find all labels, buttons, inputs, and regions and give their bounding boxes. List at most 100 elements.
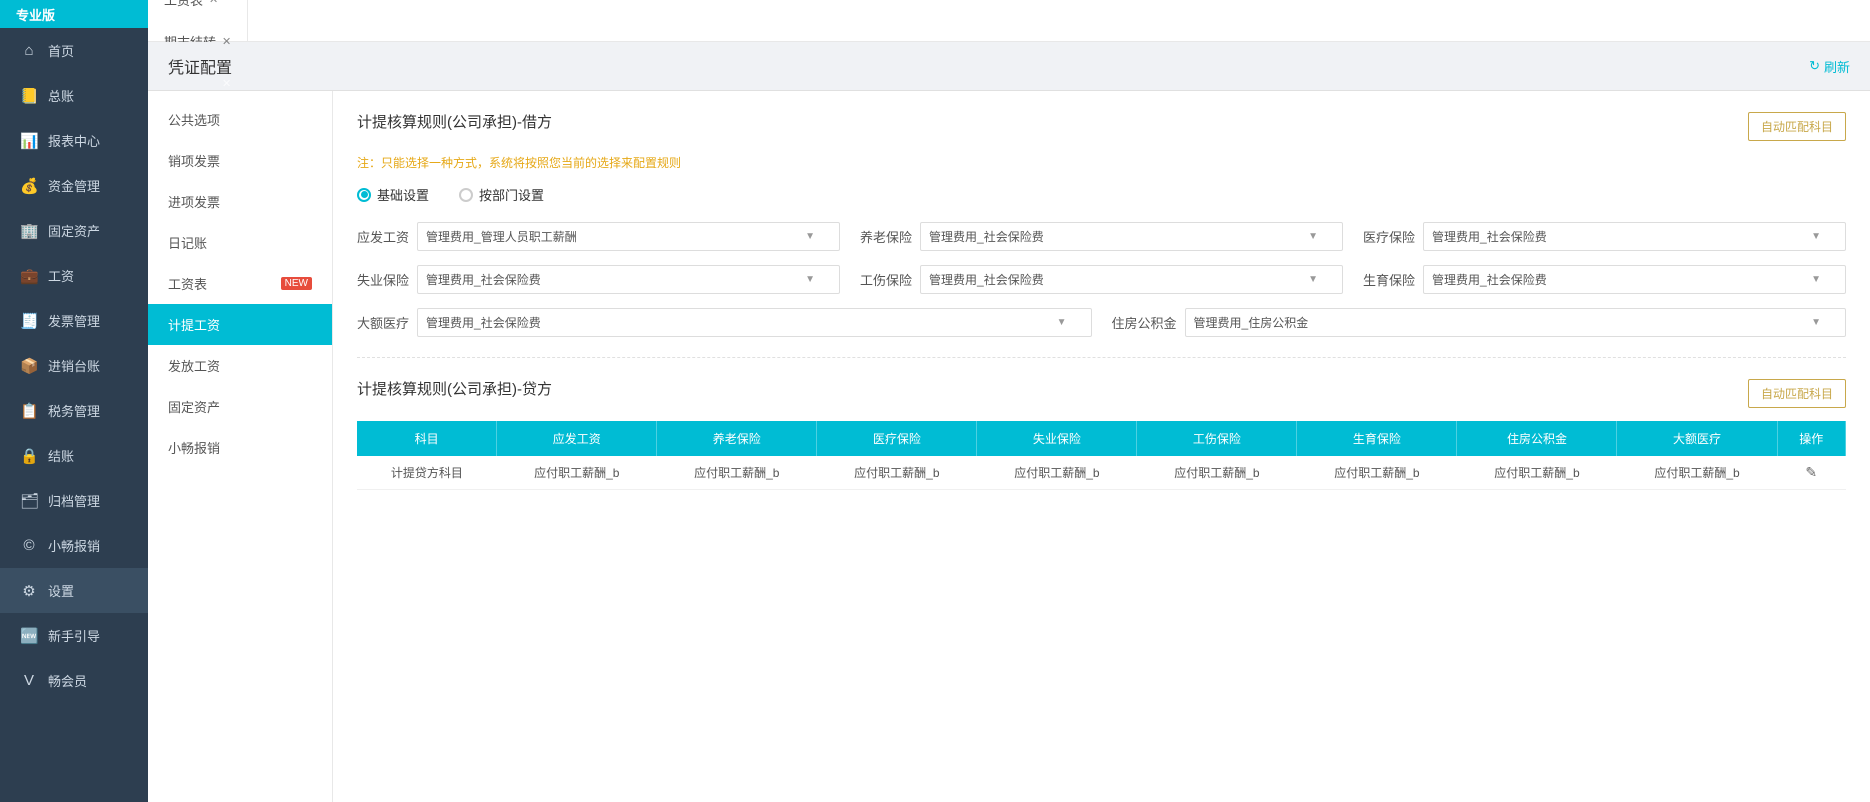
field-select-0-2[interactable]: 管理费用_社会保险费 ▼ <box>1423 222 1846 251</box>
credit-auto-match-button[interactable]: 自动匹配科目 <box>1748 379 1846 408</box>
sidebar-label-settings: 设置 <box>48 581 74 600</box>
credit-col-2: 养老保险 <box>657 421 817 456</box>
credit-action-0[interactable]: ✎ <box>1777 456 1845 490</box>
field-label-1-0: 失业保险 <box>357 270 409 289</box>
left-nav-label-public_options: 公共选项 <box>168 110 220 129</box>
page-title: 凭证配置 <box>168 54 232 78</box>
sidebar-item-invoice_mgmt[interactable]: 🧾 发票管理 <box>0 298 148 343</box>
credit-cell-0-2: 应付职工薪酬_b <box>817 456 977 490</box>
left-nav-label-journal: 日记账 <box>168 233 207 252</box>
sidebar-label-invoice_mgmt: 发票管理 <box>48 311 100 330</box>
sidebar-item-wages[interactable]: 💼 工资 <box>0 253 148 298</box>
topbar: 首页工资表✕期末结转✕凭证配置✕ <box>148 0 1870 42</box>
field-select-0-1[interactable]: 管理费用_社会保险费 ▼ <box>920 222 1343 251</box>
debit-form-row-1: 失业保险 管理费用_社会保险费 ▼ 工伤保险 管理费用_社会保险费 ▼ 生育保险… <box>357 265 1846 294</box>
sidebar-item-purchase_sales[interactable]: 📦 进销台账 <box>0 343 148 388</box>
sidebar-label-beginner_guide: 新手引导 <box>48 626 100 645</box>
sidebar-item-reports[interactable]: 📊 报表中心 <box>0 118 148 163</box>
sidebar-item-closing[interactable]: 🔒 结账 <box>0 433 148 478</box>
credit-table: 科目应发工资养老保险医疗保险失业保险工伤保险生育保险住房公积金大额医疗操作 计提… <box>357 421 1846 490</box>
credit-cell-0-4: 应付职工薪酬_b <box>1137 456 1297 490</box>
refresh-icon: ↻ <box>1809 58 1820 74</box>
field-select-0-0[interactable]: 管理费用_管理人员职工薪酬 ▼ <box>417 222 840 251</box>
tab-close-period_close[interactable]: ✕ <box>222 35 231 48</box>
credit-col-9: 操作 <box>1777 421 1845 456</box>
credit-cell-0-0: 应付职工薪酬_b <box>497 456 657 490</box>
left-nav-fixed_assets[interactable]: 固定资产 <box>148 386 332 427</box>
debit-auto-match-button[interactable]: 自动匹配科目 <box>1748 112 1846 141</box>
field-value-1-0: 管理费用_社会保险费 <box>426 271 541 288</box>
credit-col-7: 住房公积金 <box>1457 421 1617 456</box>
sidebar-item-home[interactable]: ⌂ 首页 <box>0 28 148 73</box>
sidebar-label-home: 首页 <box>48 41 74 60</box>
refresh-button[interactable]: ↻ 刷新 <box>1809 57 1850 76</box>
main-area: 首页工资表✕期末结转✕凭证配置✕ 凭证配置 ↻ 刷新 公共选项销项发票进项发票日… <box>148 0 1870 802</box>
credit-cell-0-3: 应付职工薪酬_b <box>977 456 1137 490</box>
debit-section: 计提核算规则(公司承担)-借方 自动匹配科目 注：只能选择一种方式，系统将按照您… <box>357 111 1846 337</box>
sidebar-item-settings[interactable]: ⚙ 设置 <box>0 568 148 613</box>
field-label-2-1: 住房公积金 <box>1112 313 1177 332</box>
sidebar-icon-home: ⌂ <box>20 42 38 59</box>
left-nav: 公共选项销项发票进项发票日记账工资表NEW 计提工资发放工资固定资产小畅报销 <box>148 91 333 802</box>
sidebar-icon-general_ledger: 📒 <box>20 87 38 105</box>
sidebar-item-beginner_guide[interactable]: 🆕 新手引导 <box>0 613 148 658</box>
sidebar-item-general_ledger[interactable]: 📒 总账 <box>0 73 148 118</box>
field-value-1-1: 管理费用_社会保险费 <box>929 271 1044 288</box>
sidebar-item-fixed_assets[interactable]: 🏢 固定资产 <box>0 208 148 253</box>
debit-field-1-0: 失业保险 管理费用_社会保险费 ▼ <box>357 265 840 294</box>
sidebar-item-funds[interactable]: 💰 资金管理 <box>0 163 148 208</box>
field-select-1-2[interactable]: 管理费用_社会保险费 ▼ <box>1423 265 1846 294</box>
left-nav-jiti_wages[interactable]: 计提工资 <box>148 304 332 345</box>
edit-icon-0[interactable]: ✎ <box>1805 464 1817 480</box>
credit-col-1: 应发工资 <box>497 421 657 456</box>
sidebar-item-archive_mgmt[interactable]: 🗂 归档管理 <box>0 478 148 523</box>
field-label-1-2: 生育保险 <box>1363 270 1415 289</box>
field-label-1-1: 工伤保险 <box>860 270 912 289</box>
chevron-down-icon: ▼ <box>1811 274 1821 285</box>
sidebar-item-vip[interactable]: V 畅会员 <box>0 658 148 703</box>
tab-close-payroll[interactable]: ✕ <box>209 0 218 6</box>
chevron-down-icon: ▼ <box>1308 231 1318 242</box>
credit-col-4: 失业保险 <box>977 421 1137 456</box>
left-nav-label-issue_wages: 发放工资 <box>168 356 220 375</box>
sidebar-label-xiaochang_expense: 小畅报销 <box>48 536 100 555</box>
debit-section-title: 计提核算规则(公司承担)-借方 <box>357 111 552 132</box>
sidebar-icon-xiaochang_expense: © <box>20 537 38 554</box>
field-select-2-1[interactable]: 管理费用_住房公积金 ▼ <box>1185 308 1846 337</box>
field-select-1-1[interactable]: 管理费用_社会保险费 ▼ <box>920 265 1343 294</box>
field-value-2-0: 管理费用_社会保险费 <box>426 314 541 331</box>
sidebar-icon-vip: V <box>20 672 38 689</box>
debit-field-2-0: 大额医疗 管理费用_社会保险费 ▼ <box>357 308 1092 337</box>
credit-cell-0-1: 应付职工薪酬_b <box>657 456 817 490</box>
left-nav-issue_wages[interactable]: 发放工资 <box>148 345 332 386</box>
refresh-label: 刷新 <box>1824 57 1850 76</box>
field-label-0-1: 养老保险 <box>860 227 912 246</box>
tab-close-voucher_config[interactable]: ✕ <box>222 77 231 90</box>
left-nav-journal[interactable]: 日记账 <box>148 222 332 263</box>
field-value-0-2: 管理费用_社会保险费 <box>1432 228 1547 245</box>
credit-col-6: 生育保险 <box>1297 421 1457 456</box>
field-select-1-0[interactable]: 管理费用_社会保险费 ▼ <box>417 265 840 294</box>
sidebar-icon-reports: 📊 <box>20 132 38 150</box>
radio-basic[interactable]: 基础设置 <box>357 185 429 204</box>
left-nav-cancel_invoice[interactable]: 销项发票 <box>148 140 332 181</box>
debit-form-row-0: 应发工资 管理费用_管理人员职工薪酬 ▼ 养老保险 管理费用_社会保险费 ▼ 医… <box>357 222 1846 251</box>
credit-col-5: 工伤保险 <box>1137 421 1297 456</box>
left-nav-public_options[interactable]: 公共选项 <box>148 99 332 140</box>
debit-field-1-2: 生育保险 管理费用_社会保险费 ▼ <box>1363 265 1846 294</box>
credit-cell-0-6: 应付职工薪酬_b <box>1457 456 1617 490</box>
left-nav-xiaochang_expense[interactable]: 小畅报销 <box>148 427 332 468</box>
left-nav-payroll_table[interactable]: 工资表NEW <box>148 263 332 304</box>
left-nav-label-jiti_wages: 计提工资 <box>168 315 220 334</box>
field-select-2-0[interactable]: 管理费用_社会保险费 ▼ <box>417 308 1091 337</box>
sidebar-item-xiaochang_expense[interactable]: © 小畅报销 <box>0 523 148 568</box>
left-nav-input_invoice[interactable]: 进项发票 <box>148 181 332 222</box>
sidebar-label-funds: 资金管理 <box>48 176 100 195</box>
radio-by-dept[interactable]: 按部门设置 <box>459 185 544 204</box>
tab-payroll[interactable]: 工资表✕ <box>148 0 248 21</box>
sidebar-item-tax_mgmt[interactable]: 📋 税务管理 <box>0 388 148 433</box>
debit-field-1-1: 工伤保险 管理费用_社会保险费 ▼ <box>860 265 1343 294</box>
field-label-2-0: 大额医疗 <box>357 313 409 332</box>
sidebar-label-reports: 报表中心 <box>48 131 100 150</box>
chevron-down-icon: ▼ <box>1811 317 1821 328</box>
